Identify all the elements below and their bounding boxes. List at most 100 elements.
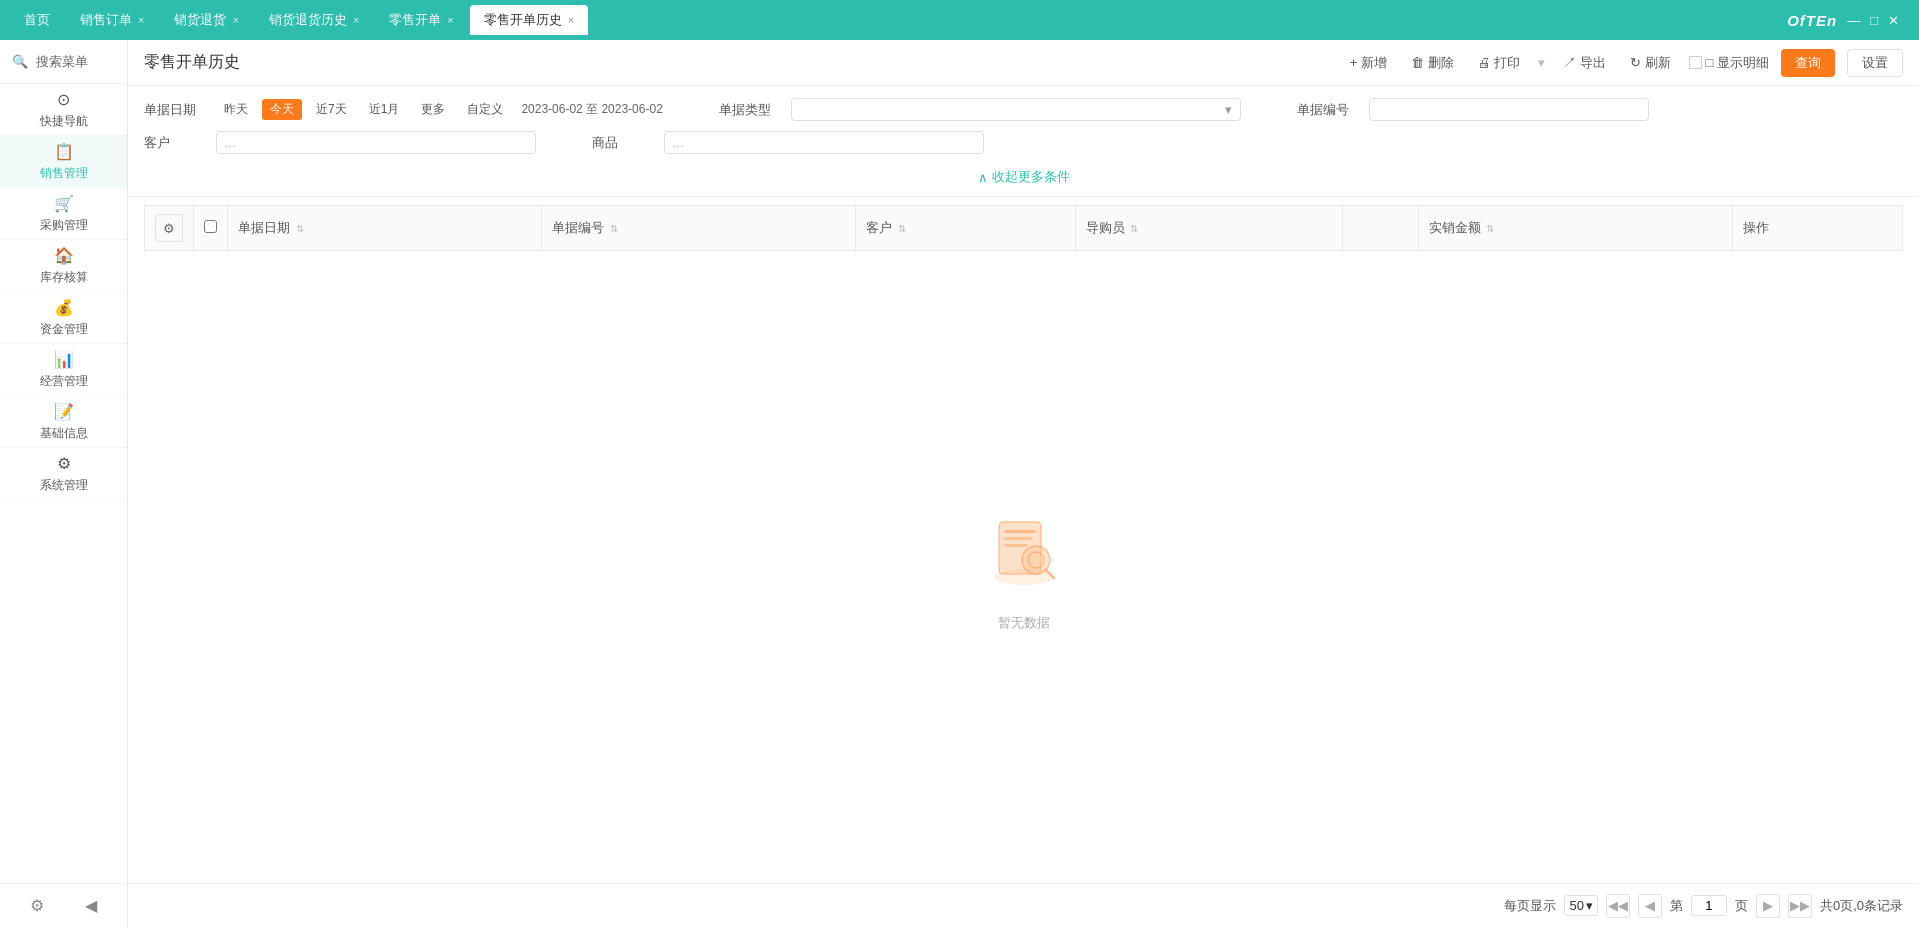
bill-type-label: 单据类型 xyxy=(719,101,775,119)
empty-text: 暂无数据 xyxy=(998,614,1050,632)
collapse-filter-button[interactable]: ∧ 收起更多条件 xyxy=(144,164,1903,190)
collapse-label: 收起更多条件 xyxy=(992,168,1070,186)
next-page-button[interactable]: ▶ xyxy=(1756,894,1780,918)
system-icon: ⚙ xyxy=(57,454,71,473)
collapse-icon: ∧ xyxy=(978,170,988,185)
tab-retail-open[interactable]: 零售开单 × xyxy=(375,5,467,35)
col-salesman-sort-icon[interactable]: ⇅ xyxy=(1130,223,1138,234)
customer-label: 客户 xyxy=(144,134,200,152)
sidebar-item-quick-nav-label: 快捷导航 xyxy=(40,113,88,130)
window-min-button[interactable]: — xyxy=(1847,13,1860,28)
column-settings-button[interactable]: ⚙ xyxy=(155,214,183,242)
main-layout: 🔍 搜索菜单 ⊙ 快捷导航 📋 销售管理 🛒 采购管理 🏠 库存核算 💰 资金管… xyxy=(0,40,1919,927)
print-dropdown-icon[interactable]: ▾ xyxy=(1538,55,1545,70)
tab-sales-return-close[interactable]: × xyxy=(232,14,238,26)
date-last7-button[interactable]: 近7天 xyxy=(308,99,355,120)
tab-sales-order[interactable]: 销售订单 × xyxy=(66,5,158,35)
sidebar-item-operations[interactable]: 📊 经营管理 xyxy=(0,344,127,396)
print-button[interactable]: 🖨 打印 xyxy=(1472,50,1527,76)
bill-type-select[interactable]: ▾ xyxy=(791,98,1241,121)
date-custom-button[interactable]: 自定义 xyxy=(459,99,511,120)
tab-retail-history-label: 零售开单历史 xyxy=(484,11,562,29)
window-max-button[interactable]: □ xyxy=(1870,13,1878,28)
tab-sales-return-history-close[interactable]: × xyxy=(353,14,359,26)
page-number-input[interactable] xyxy=(1691,895,1727,916)
sidebar-settings-button[interactable]: ⚙ xyxy=(30,896,44,915)
table-header: ⚙ 单据日期 ⇅ 单据编号 ⇅ xyxy=(145,206,1903,251)
sidebar-item-basic-info[interactable]: 📝 基础信息 xyxy=(0,396,127,448)
add-button[interactable]: + 新增 xyxy=(1344,50,1393,76)
last-page-button[interactable]: ▶▶ xyxy=(1788,894,1812,918)
bill-no-input[interactable] xyxy=(1369,98,1649,121)
tab-home-label: 首页 xyxy=(24,11,50,29)
sidebar-item-sales-mgmt[interactable]: 📋 销售管理 xyxy=(0,136,127,188)
sales-mgmt-icon: 📋 xyxy=(54,142,74,161)
col-no: 单据编号 ⇅ xyxy=(541,206,855,251)
select-all-checkbox[interactable] xyxy=(204,220,217,233)
col-salesman: 导购员 ⇅ xyxy=(1075,206,1342,251)
sidebar-item-quick-nav[interactable]: ⊙ 快捷导航 xyxy=(0,84,127,136)
empty-icon xyxy=(974,502,1074,602)
col-date-sort-icon[interactable]: ⇅ xyxy=(296,223,304,234)
tab-retail-open-close[interactable]: × xyxy=(447,14,453,26)
content-area: 零售开单历史 + 新增 🗑 删除 🖨 打印 ▾ ↗ 导出 ↻ 刷新 □ 显示明细… xyxy=(128,40,1919,927)
purchase-mgmt-icon: 🛒 xyxy=(54,194,74,213)
col-action: 操作 xyxy=(1732,206,1902,251)
date-today-button[interactable]: 今天 xyxy=(262,99,302,120)
svg-rect-2 xyxy=(1004,530,1036,533)
tab-retail-history[interactable]: 零售开单历史 × xyxy=(470,5,588,35)
tab-retail-history-close[interactable]: × xyxy=(568,14,574,26)
window-close-button[interactable]: ✕ xyxy=(1888,13,1899,28)
refresh-button[interactable]: ↻ 刷新 xyxy=(1624,50,1677,76)
col-no-sort-icon[interactable]: ⇅ xyxy=(610,223,618,234)
customer-select[interactable]: ... xyxy=(216,131,536,154)
export-button[interactable]: ↗ 导出 xyxy=(1557,50,1612,76)
per-page-label: 每页显示 xyxy=(1504,897,1556,915)
toolbar: + 新增 🗑 删除 🖨 打印 ▾ ↗ 导出 ↻ 刷新 □ 显示明细 查询 设置 xyxy=(1344,49,1903,77)
sidebar-item-finance[interactable]: 💰 资金管理 xyxy=(0,292,127,344)
sidebar-item-operations-label: 经营管理 xyxy=(40,373,88,390)
pagination: 每页显示 50 ▾ ◀◀ ◀ 第 页 ▶ ▶▶ 共0页,0条记录 xyxy=(128,883,1919,927)
sidebar-collapse-button[interactable]: ◀ xyxy=(85,896,97,915)
sidebar-item-purchase-mgmt[interactable]: 🛒 采购管理 xyxy=(0,188,127,240)
customer-placeholder: ... xyxy=(225,135,527,150)
goods-select[interactable]: ... xyxy=(664,131,984,154)
tab-sales-return-history[interactable]: 销货退货历史 × xyxy=(255,5,373,35)
date-yesterday-button[interactable]: 昨天 xyxy=(216,99,256,120)
sidebar-item-finance-label: 资金管理 xyxy=(40,321,88,338)
tab-sales-return-history-label: 销货退货历史 xyxy=(269,11,347,29)
sidebar-item-purchase-mgmt-label: 采购管理 xyxy=(40,217,88,234)
date-filter-label: 单据日期 xyxy=(144,101,200,119)
date-more-button[interactable]: 更多 xyxy=(413,99,453,120)
tab-home[interactable]: 首页 xyxy=(10,5,64,35)
col-customer: 客户 ⇅ xyxy=(855,206,1075,251)
page-title: 零售开单历史 xyxy=(144,52,240,73)
col-action-label: 操作 xyxy=(1743,220,1769,235)
page-size-value: 50 xyxy=(1569,898,1583,913)
sidebar-search[interactable]: 🔍 搜索菜单 xyxy=(0,40,127,84)
col-customer-sort-icon[interactable]: ⇅ xyxy=(898,223,906,234)
inventory-icon: 🏠 xyxy=(54,246,74,265)
top-tab-bar: 首页 销售订单 × 销货退货 × 销货退货历史 × 零售开单 × 零售开单历史 … xyxy=(0,0,1919,40)
sidebar-item-system[interactable]: ⚙ 系统管理 xyxy=(0,448,127,500)
date-last1month-button[interactable]: 近1月 xyxy=(361,99,408,120)
delete-button[interactable]: 🗑 删除 xyxy=(1405,50,1460,76)
tab-sales-return[interactable]: 销货退货 × xyxy=(160,5,252,35)
first-page-button[interactable]: ◀◀ xyxy=(1606,894,1630,918)
filter-row-1: 单据日期 昨天 今天 近7天 近1月 更多 自定义 2023-06-02 至 2… xyxy=(144,98,1903,121)
display-detail-checkbox[interactable]: □ 显示明细 xyxy=(1689,54,1769,72)
tab-sales-order-close[interactable]: × xyxy=(138,14,144,26)
page-size-select[interactable]: 50 ▾ xyxy=(1564,895,1597,916)
settings-button[interactable]: 设置 xyxy=(1847,49,1903,77)
date-filter: 昨天 今天 近7天 近1月 更多 自定义 2023-06-02 至 2023-0… xyxy=(216,99,663,120)
prev-page-button[interactable]: ◀ xyxy=(1638,894,1662,918)
filter-area: 单据日期 昨天 今天 近7天 近1月 更多 自定义 2023-06-02 至 2… xyxy=(128,86,1919,197)
sidebar-item-inventory[interactable]: 🏠 库存核算 xyxy=(0,240,127,292)
col-date-label: 单据日期 xyxy=(238,220,290,235)
sidebar-search-label: 搜索菜单 xyxy=(36,53,88,71)
col-amount-sort-icon[interactable]: ⇅ xyxy=(1486,223,1494,234)
sidebar-bottom: ⚙ ◀ xyxy=(0,883,127,927)
page-header: 零售开单历史 + 新增 🗑 删除 🖨 打印 ▾ ↗ 导出 ↻ 刷新 □ 显示明细… xyxy=(128,40,1919,86)
query-button[interactable]: 查询 xyxy=(1781,49,1835,77)
empty-state: 暂无数据 xyxy=(144,251,1903,883)
